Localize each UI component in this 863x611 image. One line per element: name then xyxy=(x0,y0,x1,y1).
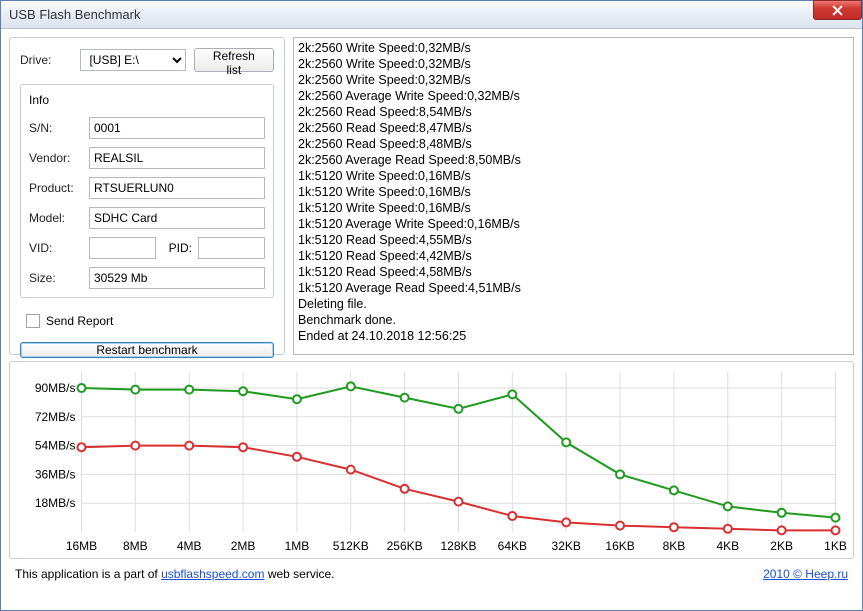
footer-link-copyright[interactable]: 2010 © Heep.ru xyxy=(763,567,848,581)
svg-text:54MB/s: 54MB/s xyxy=(35,439,76,453)
svg-text:8MB: 8MB xyxy=(123,539,148,553)
send-report-label: Send Report xyxy=(46,314,113,328)
svg-text:32KB: 32KB xyxy=(552,539,581,553)
pid-field[interactable] xyxy=(198,237,265,259)
svg-text:36MB/s: 36MB/s xyxy=(35,467,76,481)
client-area: Drive: [USB] E:\ Refresh list Info S/N: … xyxy=(1,29,862,610)
refresh-button[interactable]: Refresh list xyxy=(194,48,274,72)
vendor-field[interactable] xyxy=(89,147,265,169)
window-title: USB Flash Benchmark xyxy=(9,7,141,22)
left-panel: Drive: [USB] E:\ Refresh list Info S/N: … xyxy=(9,37,285,355)
model-row: Model: xyxy=(29,207,265,229)
vendor-row: Vendor: xyxy=(29,147,265,169)
pid-label: PID: xyxy=(162,241,192,255)
titlebar: USB Flash Benchmark xyxy=(1,1,862,29)
svg-text:2MB: 2MB xyxy=(231,539,256,553)
sn-row: S/N: xyxy=(29,117,265,139)
svg-text:512KB: 512KB xyxy=(333,539,369,553)
chart-panel: 18MB/s 36MB/s 54MB/s 72MB/s 90MB/s 16MB 8MB 4MB… xyxy=(9,361,854,559)
footer-text: This application is a part of usbflashsp… xyxy=(15,567,335,581)
svg-text:72MB/s: 72MB/s xyxy=(35,410,76,424)
vidpid-row: VID: PID: xyxy=(29,237,265,259)
drive-row: Drive: [USB] E:\ Refresh list xyxy=(20,48,274,72)
product-row: Product: xyxy=(29,177,265,199)
model-field[interactable] xyxy=(89,207,265,229)
send-report-checkbox[interactable] xyxy=(26,314,40,328)
svg-text:128KB: 128KB xyxy=(440,539,476,553)
svg-text:256KB: 256KB xyxy=(387,539,423,553)
info-heading: Info xyxy=(29,93,265,107)
svg-text:2KB: 2KB xyxy=(770,539,793,553)
svg-text:64KB: 64KB xyxy=(498,539,527,553)
vid-field[interactable] xyxy=(89,237,156,259)
size-field[interactable] xyxy=(89,267,265,289)
info-group: Info S/N: Vendor: Product: Model: xyxy=(20,84,274,298)
sn-label: S/N: xyxy=(29,121,83,135)
send-report-row: Send Report xyxy=(26,314,274,328)
sn-field[interactable] xyxy=(89,117,265,139)
model-label: Model: xyxy=(29,211,83,225)
drive-label: Drive: xyxy=(20,53,72,67)
close-button[interactable] xyxy=(813,0,862,20)
svg-text:1KB: 1KB xyxy=(824,539,847,553)
svg-text:4MB: 4MB xyxy=(177,539,202,553)
drive-select[interactable]: [USB] E:\ xyxy=(80,49,185,71)
restart-button[interactable]: Restart benchmark xyxy=(20,342,274,358)
log-output[interactable]: 2k:2560 Write Speed:0,32MB/s 2k:2560 Wri… xyxy=(293,37,854,355)
size-label: Size: xyxy=(29,271,83,285)
svg-text:16KB: 16KB xyxy=(605,539,634,553)
close-icon xyxy=(832,5,843,16)
svg-text:90MB/s: 90MB/s xyxy=(35,381,76,395)
vid-label: VID: xyxy=(29,241,83,255)
size-row: Size: xyxy=(29,267,265,289)
top-row: Drive: [USB] E:\ Refresh list Info S/N: … xyxy=(9,37,854,355)
footer: This application is a part of usbflashsp… xyxy=(9,565,854,585)
svg-text:16MB: 16MB xyxy=(66,539,97,553)
svg-text:8KB: 8KB xyxy=(663,539,686,553)
vendor-label: Vendor: xyxy=(29,151,83,165)
svg-text:1MB: 1MB xyxy=(285,539,310,553)
svg-text:18MB/s: 18MB/s xyxy=(35,496,76,510)
product-label: Product: xyxy=(29,181,83,195)
footer-link-site[interactable]: usbflashspeed.com xyxy=(161,567,264,581)
product-field[interactable] xyxy=(89,177,265,199)
app-window: USB Flash Benchmark Drive: [USB] E:\ Ref… xyxy=(0,0,863,611)
speed-chart: 18MB/s 36MB/s 54MB/s 72MB/s 90MB/s 16MB 8MB 4MB… xyxy=(10,362,853,558)
svg-text:4KB: 4KB xyxy=(716,539,739,553)
